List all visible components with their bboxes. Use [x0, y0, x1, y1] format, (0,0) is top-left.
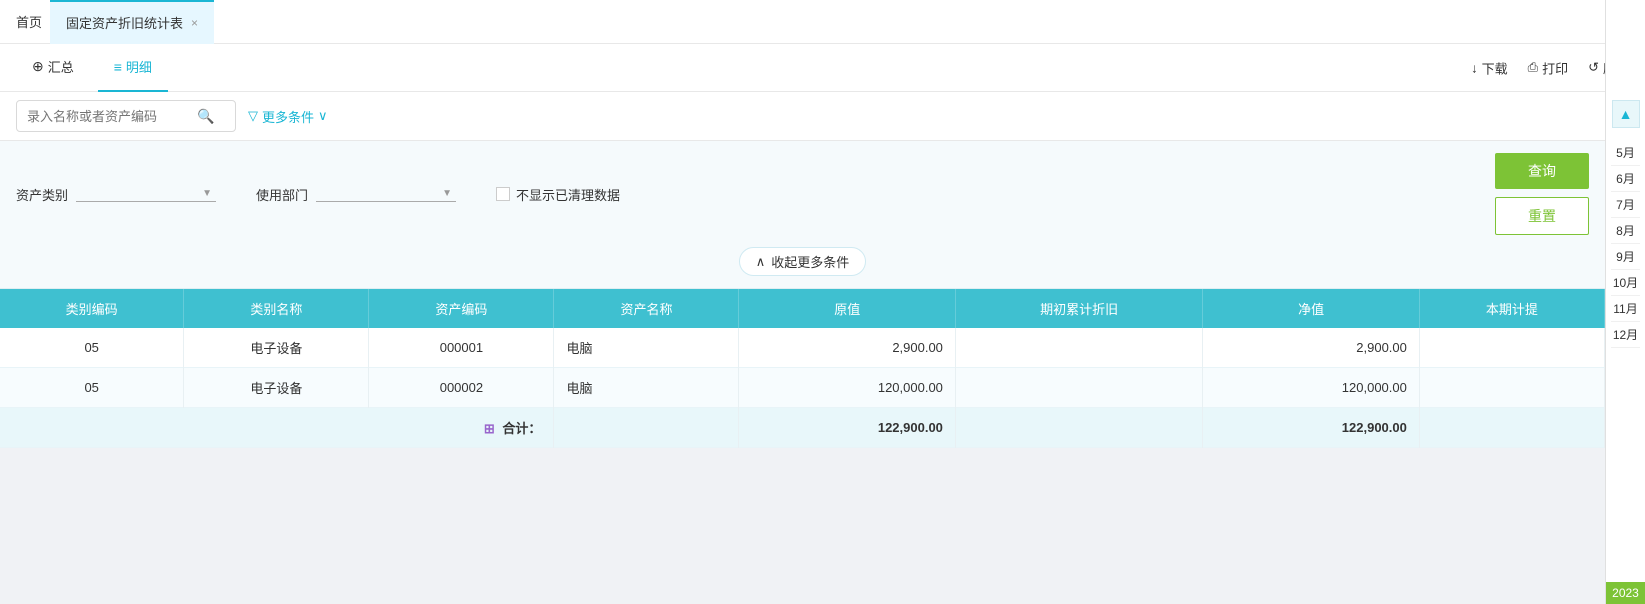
- download-btn[interactable]: ↓ 下载: [1471, 58, 1508, 77]
- collapse-conditions-btn[interactable]: ∧ 收起更多条件: [739, 247, 867, 276]
- dept-label: 使用部门: [256, 185, 308, 204]
- asset-type-select[interactable]: ▼: [76, 186, 216, 202]
- cell-asset-code: 000001: [369, 328, 554, 368]
- tab-detail-label: 明细: [126, 57, 152, 76]
- active-tab[interactable]: 固定资产折旧统计表 ×: [50, 0, 214, 44]
- cell-original-value: 120,000.00: [739, 368, 955, 408]
- col-header-accumulated-dep: 期初累计折旧: [955, 289, 1203, 328]
- asset-type-arrow: ▼: [202, 188, 212, 199]
- filter-row-1: 资产类别 ▼ 使用部门 ▼ 不显示已清理数据: [16, 153, 1589, 235]
- month-item[interactable]: 8月: [1611, 218, 1640, 244]
- dept-select[interactable]: ▼: [316, 186, 456, 202]
- month-item[interactable]: 10月: [1611, 270, 1640, 296]
- scroll-up-btn[interactable]: ▲: [1612, 100, 1640, 128]
- detail-icon: ≡: [114, 59, 122, 75]
- month-item[interactable]: 5月: [1611, 140, 1640, 166]
- table-header-row: 类别编码 类别名称 资产编码 资产名称 原值 期初累计折旧 净值 本期计提: [0, 289, 1605, 328]
- search-input[interactable]: [27, 109, 197, 124]
- data-table: 类别编码 类别名称 资产编码 资产名称 原值 期初累计折旧 净值 本期计提 05…: [0, 289, 1605, 448]
- total-current-dep: [1419, 408, 1604, 448]
- tab-detail[interactable]: ≡ 明细: [98, 44, 168, 92]
- download-icon: ↓: [1471, 60, 1478, 75]
- print-icon: ⎙: [1528, 60, 1538, 76]
- search-icon[interactable]: 🔍: [197, 108, 214, 125]
- collapse-label: 收起更多条件: [771, 252, 849, 271]
- total-original-value: 122,900.00: [739, 408, 955, 448]
- col-header-category-name: 类别名称: [184, 289, 369, 328]
- dept-arrow: ▼: [442, 188, 452, 199]
- tab-summary-label: 汇总: [48, 57, 74, 76]
- col-header-original-value: 原值: [739, 289, 955, 328]
- top-nav: 首页 固定资产折旧统计表 × ✕: [0, 0, 1645, 44]
- col-header-category-code: 类别编码: [0, 289, 184, 328]
- home-tab[interactable]: 首页: [16, 12, 42, 31]
- dept-filter: 使用部门 ▼: [256, 185, 456, 204]
- cell-asset-code: 000002: [369, 368, 554, 408]
- month-item[interactable]: 7月: [1611, 192, 1640, 218]
- refresh-icon: ↺: [1588, 60, 1599, 76]
- more-conditions-btn[interactable]: ▽ 更多条件 ∨: [248, 107, 328, 126]
- search-bar: 🔍 ▽ 更多条件 ∨: [0, 92, 1605, 141]
- total-net-value: 122,900.00: [1203, 408, 1419, 448]
- cell-category-code: 05: [0, 368, 184, 408]
- table-row: 05 电子设备 000002 电脑 120,000.00 120,000.00: [0, 368, 1605, 408]
- tab-title: 固定资产折旧统计表: [66, 13, 183, 32]
- cell-asset-name: 电脑: [554, 328, 739, 368]
- col-header-asset-name: 资产名称: [554, 289, 739, 328]
- reset-button[interactable]: 重置: [1495, 197, 1589, 235]
- cell-current-dep: [1419, 368, 1604, 408]
- summary-icon: ⊕: [32, 58, 44, 75]
- cell-net-value: 120,000.00: [1203, 368, 1419, 408]
- print-btn[interactable]: ⎙ 打印: [1528, 58, 1568, 77]
- asset-type-filter: 资产类别 ▼: [16, 185, 216, 204]
- total-icon-cell: ⊞ 合计：: [0, 408, 554, 448]
- filter-btn-group: 查询 重置: [1495, 153, 1589, 235]
- col-header-net-value: 净值: [1203, 289, 1419, 328]
- data-table-area: 类别编码 类别名称 资产编码 资产名称 原值 期初累计折旧 净值 本期计提 05…: [0, 289, 1605, 448]
- total-asset-name: [554, 408, 739, 448]
- col-header-asset-code: 资产编码: [369, 289, 554, 328]
- chevron-down-icon: ∨: [318, 108, 328, 124]
- year-label[interactable]: 2023: [1606, 582, 1645, 604]
- hide-cleared-label: 不显示已清理数据: [516, 185, 620, 204]
- cell-category-name: 电子设备: [184, 328, 369, 368]
- cell-accumulated-dep: [955, 328, 1203, 368]
- filter-area: 资产类别 ▼ 使用部门 ▼ 不显示已清理数据: [0, 141, 1605, 289]
- table-total-row: ⊞ 合计： 122,900.00 122,900.00: [0, 408, 1605, 448]
- total-label: 合计：: [502, 421, 541, 436]
- cell-category-code: 05: [0, 328, 184, 368]
- more-conditions-label: 更多条件: [262, 107, 314, 126]
- filter-icon: ▽: [248, 108, 258, 124]
- sub-tabs-bar: ⊕ 汇总 ≡ 明细 ↓ 下载 ⎙ 打印 ↺ 刷新: [0, 44, 1645, 92]
- tab-summary[interactable]: ⊕ 汇总: [16, 44, 90, 92]
- download-label: 下载: [1482, 58, 1508, 77]
- table-row: 05 电子设备 000001 电脑 2,900.00 2,900.00: [0, 328, 1605, 368]
- search-input-wrap[interactable]: 🔍: [16, 100, 236, 132]
- asset-type-label: 资产类别: [16, 185, 68, 204]
- month-item[interactable]: 11月: [1611, 296, 1640, 322]
- query-button[interactable]: 查询: [1495, 153, 1589, 189]
- cell-accumulated-dep: [955, 368, 1203, 408]
- month-item[interactable]: 9月: [1611, 244, 1640, 270]
- total-icon: ⊞: [484, 421, 495, 436]
- main-content: 🔍 ▽ 更多条件 ∨ 资产类别 ▼ 使用部门: [0, 92, 1605, 448]
- cell-net-value: 2,900.00: [1203, 328, 1419, 368]
- hide-cleared-item: 不显示已清理数据: [496, 185, 620, 204]
- cell-current-dep: [1419, 328, 1604, 368]
- print-label: 打印: [1542, 58, 1568, 77]
- month-item[interactable]: 6月: [1611, 166, 1640, 192]
- total-accumulated-dep: [955, 408, 1203, 448]
- cell-asset-name: 电脑: [554, 368, 739, 408]
- cell-original-value: 2,900.00: [739, 328, 955, 368]
- col-header-current-dep: 本期计提: [1419, 289, 1604, 328]
- cell-category-name: 电子设备: [184, 368, 369, 408]
- tab-close-btn[interactable]: ×: [191, 16, 198, 30]
- month-item[interactable]: 12月: [1611, 322, 1640, 348]
- right-month-panel: ▲ 5月6月7月8月9月10月11月12月 2023: [1605, 0, 1645, 604]
- hide-cleared-checkbox[interactable]: [496, 187, 510, 201]
- collapse-icon: ∧: [756, 254, 766, 270]
